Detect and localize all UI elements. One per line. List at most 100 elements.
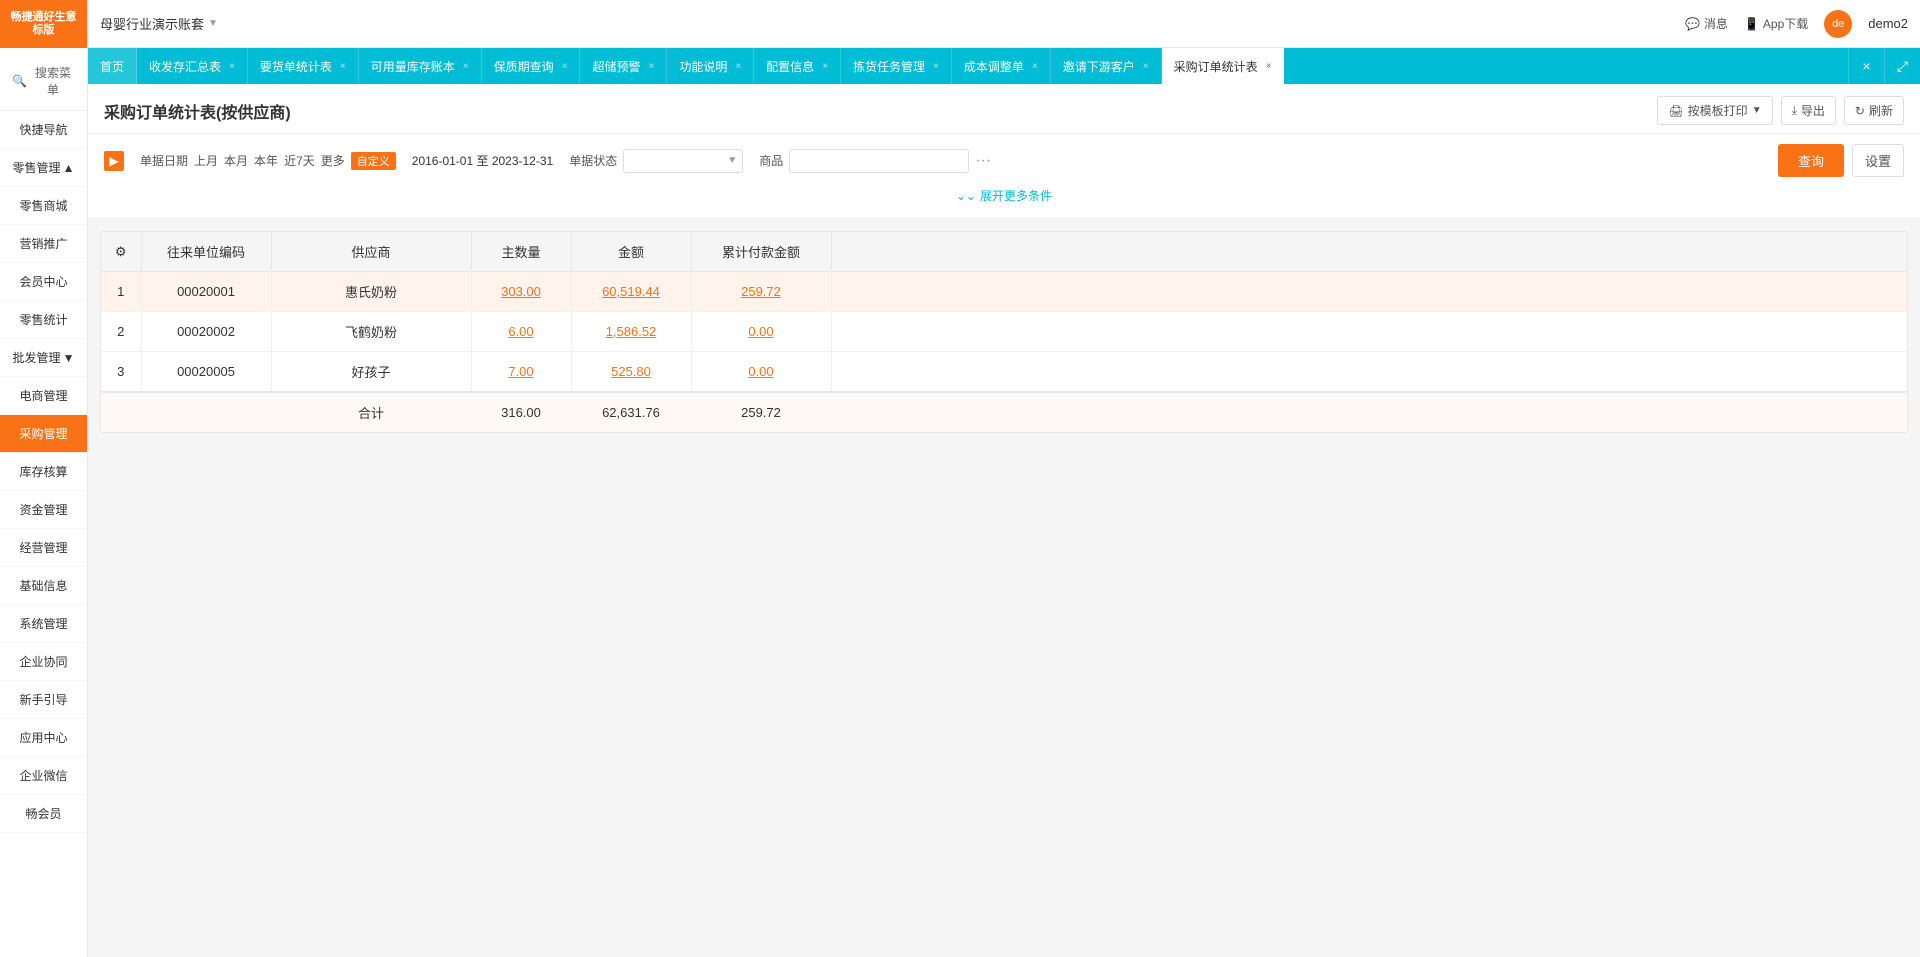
close-icon[interactable]: × (229, 61, 235, 72)
top-bar: 母婴行业演示账套 ▼ 💬 消息 📱 App下载 de demo2 (88, 0, 1920, 48)
close-icon-7[interactable]: × (822, 61, 828, 72)
cell-extra (831, 272, 1907, 312)
arrow-down-icon: ▲ (63, 161, 75, 175)
tab-restore-button[interactable]: ⤢ (1884, 48, 1920, 84)
tab-cost-adjust[interactable]: 成本调整单 × (952, 48, 1051, 84)
tab-close-all-button[interactable]: × (1848, 48, 1884, 84)
cell-amount[interactable]: 60,519.44 (571, 272, 691, 312)
tab-purchase-order-stats[interactable]: 采购订单统计表 × (1162, 48, 1285, 84)
cell-qty[interactable]: 7.00 (471, 352, 571, 393)
shortcut-last-month[interactable]: 上月 (194, 152, 218, 169)
sidebar-item-member-center[interactable]: 会员中心 (0, 263, 87, 301)
expand-row: ⌄⌄ 展开更多条件 (104, 177, 1904, 208)
goods-input[interactable] (789, 149, 969, 173)
close-icon-8[interactable]: × (933, 61, 939, 72)
tab-cost-adjust-label: 成本调整单 (964, 58, 1024, 75)
shortcut-this-year[interactable]: 本年 (254, 152, 278, 169)
close-icon-5[interactable]: × (648, 61, 654, 72)
tab-order-stats[interactable]: 要货单统计表 × (248, 48, 359, 84)
sidebar-item-purchase-mgmt[interactable]: 采购管理 (0, 415, 87, 453)
sidebar-item-enterprise-wechat[interactable]: 企业微信 (0, 757, 87, 795)
sidebar-item-app-center[interactable]: 应用中心 (0, 719, 87, 757)
refresh-icon: ↻ (1855, 104, 1865, 118)
date-range: 2016-01-01 至 2023-12-31 (412, 152, 553, 169)
sidebar-item-retail-mgmt[interactable]: 零售管理 ▲ (0, 149, 87, 187)
print-button[interactable]: 🖨 按模板打印 ▼ (1657, 96, 1772, 125)
close-icon-9[interactable]: × (1032, 61, 1038, 72)
tab-stock-summary[interactable]: 收发存汇总表 × (137, 48, 248, 84)
footer-empty-3 (831, 392, 1907, 432)
cell-cumulative[interactable]: 0.00 (691, 352, 831, 393)
tab-function-desc[interactable]: 功能说明 × (667, 48, 754, 84)
sidebar-item-finance[interactable]: 资金管理 (0, 491, 87, 529)
refresh-button[interactable]: ↻ 刷新 (1844, 96, 1904, 125)
cell-cumulative[interactable]: 259.72 (691, 272, 831, 312)
sidebar-item-retail-stats[interactable]: 零售统计 (0, 301, 87, 339)
custom-date-tag[interactable]: 自定义 (351, 152, 396, 170)
tab-shelf-life[interactable]: 保质期查询 × (482, 48, 581, 84)
close-icon-11[interactable]: × (1266, 61, 1272, 72)
cell-qty[interactable]: 6.00 (471, 312, 571, 352)
close-icon-3[interactable]: × (463, 61, 469, 72)
cell-amount[interactable]: 1,586.52 (571, 312, 691, 352)
footer-label: 合计 (271, 392, 471, 432)
sidebar-item-inventory[interactable]: 库存核算 (0, 453, 87, 491)
cell-extra (831, 352, 1907, 393)
th-amount: 金额 (571, 232, 691, 272)
th-gear: ⚙ (101, 232, 141, 272)
tab-invite-downstream[interactable]: 邀请下游客户 × (1051, 48, 1162, 84)
message-button[interactable]: 💬 消息 (1685, 15, 1728, 32)
tab-purchase-label: 采购订单统计表 (1174, 58, 1258, 75)
search-menu-button[interactable]: 🔍 搜索菜单 (8, 60, 79, 102)
settings-button[interactable]: 设置 (1852, 144, 1904, 177)
sidebar-item-operation[interactable]: 经营管理 (0, 529, 87, 567)
top-bar-left: 母婴行业演示账套 ▼ (100, 14, 218, 33)
query-button[interactable]: 查询 (1778, 144, 1844, 177)
cell-supplier: 飞鹤奶粉 (271, 312, 471, 352)
cell-cumulative[interactable]: 0.00 (691, 312, 831, 352)
tab-inventory-book[interactable]: 可用量库存账本 × (359, 48, 482, 84)
tab-overstock-label: 超储预警 (592, 58, 640, 75)
shortcut-this-month[interactable]: 本月 (224, 152, 248, 169)
cell-qty[interactable]: 303.00 (471, 272, 571, 312)
close-icon-10[interactable]: × (1143, 61, 1149, 72)
app-download-button[interactable]: 📱 App下载 (1744, 15, 1808, 32)
avatar[interactable]: de (1824, 10, 1852, 38)
cell-amount[interactable]: 525.80 (571, 352, 691, 393)
sidebar-item-quick-nav[interactable]: 快捷导航 (0, 111, 87, 149)
shortcut-more[interactable]: 更多 (321, 152, 345, 169)
tab-pick-task[interactable]: 拣货任务管理 × (841, 48, 952, 84)
close-icon-6[interactable]: × (735, 61, 741, 72)
sidebar-item-wholesale-mgmt[interactable]: 批发管理 ▼ (0, 339, 87, 377)
sidebar-item-marketing[interactable]: 营销推广 (0, 225, 87, 263)
user-name: demo2 (1868, 16, 1908, 31)
sidebar-item-member-program[interactable]: 畅会员 (0, 795, 87, 833)
tab-home[interactable]: 首页 (88, 48, 137, 84)
tab-stock-summary-label: 收发存汇总表 (149, 58, 221, 75)
cell-supplier: 惠氏奶粉 (271, 272, 471, 312)
tab-overstock-warning[interactable]: 超储预警 × (580, 48, 667, 84)
table-container: ⚙ 往来单位编码 供应商 主数量 金额 累计付款金额 1 00020001 惠氏… (100, 231, 1908, 433)
export-button[interactable]: ⤓ 导出 (1781, 96, 1836, 125)
status-select[interactable] (623, 149, 743, 173)
sidebar-item-basic-info[interactable]: 基础信息 (0, 567, 87, 605)
filter-area: ▶ 单据日期 上月 本月 本年 近7天 更多 自定义 2016-01-01 至 … (88, 134, 1920, 219)
expand-conditions-button[interactable]: ⌄⌄ 展开更多条件 (948, 183, 1060, 208)
filter-date-item: 单据日期 上月 本月 本年 近7天 更多 自定义 (140, 152, 396, 170)
footer-empty-1 (101, 392, 141, 432)
sidebar-item-enterprise-collab[interactable]: 企业协同 (0, 643, 87, 681)
tab-home-label: 首页 (100, 58, 124, 75)
workspace-selector[interactable]: 母婴行业演示账套 ▼ (100, 14, 218, 33)
shortcut-last-7-days[interactable]: 近7天 (284, 152, 315, 169)
sidebar-item-retail-store[interactable]: 零售商城 (0, 187, 87, 225)
close-icon-4[interactable]: × (562, 61, 568, 72)
goods-more-icon[interactable]: ··· (975, 152, 991, 170)
tab-config-info[interactable]: 配置信息 × (754, 48, 841, 84)
close-icon-2[interactable]: × (340, 61, 346, 72)
sidebar-item-system-mgmt[interactable]: 系统管理 (0, 605, 87, 643)
filter-toggle-button[interactable]: ▶ (104, 151, 124, 171)
th-qty: 主数量 (471, 232, 571, 272)
dropdown-icon: ▼ (208, 18, 218, 29)
sidebar-item-ecommerce[interactable]: 电商管理 (0, 377, 87, 415)
sidebar-item-new-guide[interactable]: 新手引导 (0, 681, 87, 719)
